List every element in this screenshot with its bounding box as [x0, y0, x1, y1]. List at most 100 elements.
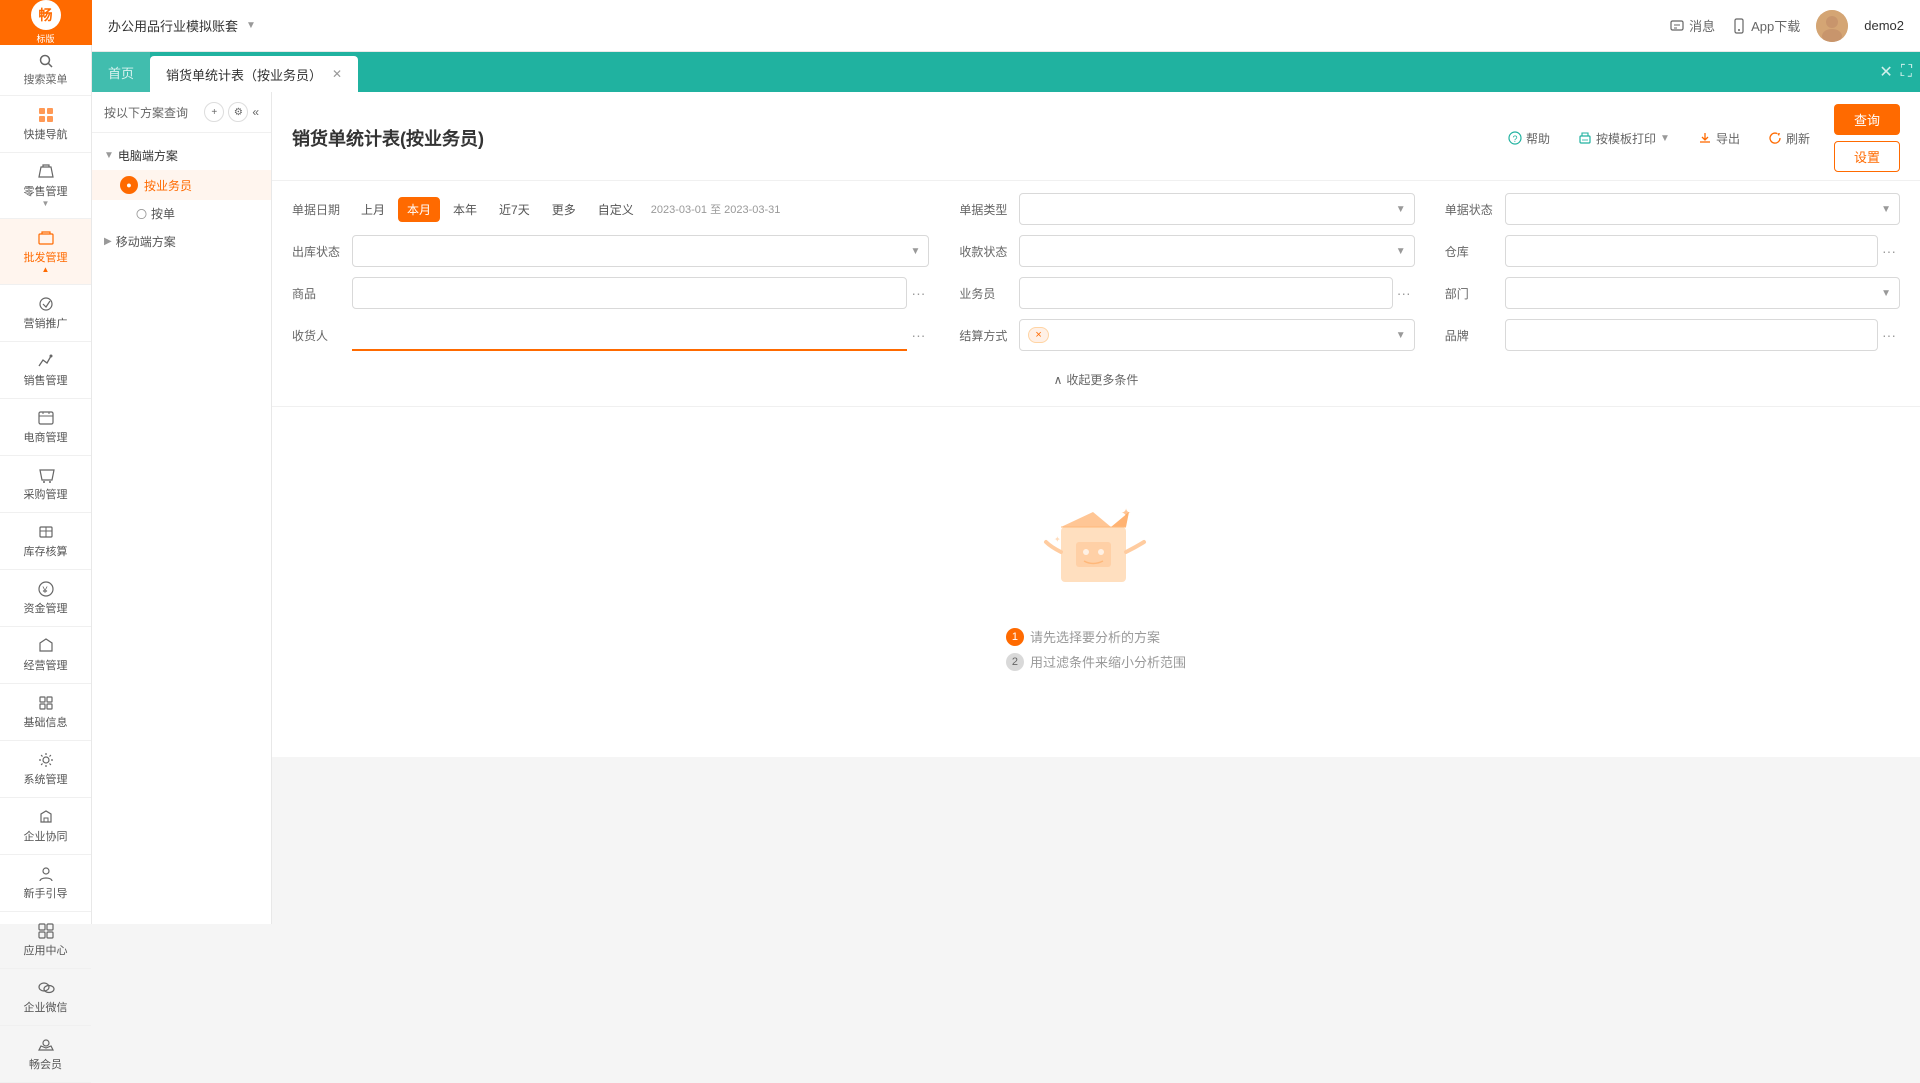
sidebar-item-newbie[interactable]: 新手引导	[0, 855, 91, 912]
query-btn[interactable]: 查询	[1834, 104, 1900, 135]
help-btn-label: 帮助	[1526, 130, 1550, 147]
scheme-item-salesperson-label: 按业务员	[144, 177, 192, 194]
settle-close-tag: ×	[1028, 327, 1048, 343]
department-select[interactable]: ▼	[1505, 277, 1900, 309]
sidebar-item-retail[interactable]: 零售管理 ▼	[0, 153, 91, 219]
scheme-sub-item-order[interactable]: 〇 按单	[92, 200, 271, 227]
payment-status-dropdown-icon: ▼	[1396, 246, 1406, 257]
tab-close-icon[interactable]: ✕	[332, 67, 342, 81]
refresh-btn[interactable]: 刷新	[1760, 126, 1818, 151]
print-dropdown-icon[interactable]: ▼	[1660, 133, 1670, 144]
empty-illustration: ✦ ✦	[1036, 487, 1166, 597]
sidebar-item-marketing[interactable]: 营销推广	[0, 285, 91, 342]
sidebar-item-ecommerce[interactable]: 电商管理	[0, 399, 91, 456]
settle-label: 结算方式	[959, 327, 1019, 344]
wholesale-icon	[37, 229, 55, 247]
username-label[interactable]: demo2	[1864, 18, 1904, 33]
page-header: 销货单统计表(按业务员) ? 帮助 按模板打印 ▼ 导出	[272, 92, 1920, 181]
mobile-section-arrow-icon: ▶	[104, 236, 112, 247]
out-status-select[interactable]: ▼	[352, 235, 929, 267]
sidebar-item-wechat[interactable]: 企业微信	[0, 969, 91, 1026]
consignee-input[interactable]	[352, 319, 907, 351]
breadcrumb-dropdown-icon[interactable]: ▼	[246, 20, 256, 31]
sidebar-item-sales[interactable]: 销售管理	[0, 342, 91, 399]
date-btn-this-month[interactable]: 本月	[398, 197, 440, 222]
salesperson-input[interactable]	[1019, 277, 1392, 309]
doc-type-dropdown-icon: ▼	[1396, 204, 1406, 215]
doc-status-select[interactable]: ▼	[1505, 193, 1900, 225]
enterprise-icon	[37, 808, 55, 826]
sidebar-item-finance[interactable]: ¥ 资金管理	[0, 570, 91, 627]
sidebar-logo[interactable]: 畅 标版	[0, 0, 92, 45]
settle-input-area[interactable]: × ▼	[1019, 319, 1414, 351]
newbie-label: 新手引导	[24, 885, 68, 901]
scheme-group-pc-label: 电脑端方案	[118, 147, 178, 164]
payment-status-select[interactable]: ▼	[1019, 235, 1414, 267]
doc-type-select[interactable]: ▼	[1019, 193, 1414, 225]
header-right: 消息 App下载 demo2	[1669, 10, 1904, 42]
date-range-display: 2023-03-01 至 2023-03-31	[651, 201, 781, 217]
collapse-more-btn[interactable]: ∧ 收起更多条件	[1048, 365, 1145, 394]
app-download-btn[interactable]: App下载	[1731, 16, 1800, 35]
user-avatar[interactable]	[1816, 10, 1848, 42]
brand-dots[interactable]: ···	[1878, 327, 1900, 343]
scheme-sub-item-order-label: 按单	[151, 205, 175, 222]
filter-group-date: 单据日期 上月 本月 本年 近7天 更多 自定义 2023-03-01 至 20…	[292, 197, 929, 222]
sidebar-item-wholesale[interactable]: 批发管理 ▲	[0, 219, 91, 285]
sidebar-search[interactable]: 搜索菜单	[0, 45, 91, 96]
tab-sales-stat-label: 销货单统计表（按业务员）	[166, 65, 322, 84]
breadcrumb: 办公用品行业模拟账套	[108, 16, 238, 35]
sidebar-item-base[interactable]: 基础信息	[0, 684, 91, 741]
collapse-panel-btn[interactable]: «	[252, 105, 259, 119]
date-btn-7days[interactable]: 近7天	[490, 197, 539, 222]
help-btn[interactable]: ? 帮助	[1500, 126, 1558, 151]
filter-group-doc-type: 单据类型 ▼	[959, 193, 1414, 225]
date-btn-this-year[interactable]: 本年	[444, 197, 486, 222]
product-input[interactable]	[352, 277, 907, 309]
date-btn-last-month[interactable]: 上月	[352, 197, 394, 222]
system-label: 系统管理	[24, 771, 68, 787]
scheme-group-mobile-label: 移动端方案	[116, 233, 176, 250]
product-dots[interactable]: ···	[907, 285, 929, 301]
brand-input[interactable]	[1505, 319, 1878, 351]
scheme-item-salesperson[interactable]: ● 按业务员	[92, 170, 271, 200]
settings-scheme-btn[interactable]: ⚙	[228, 102, 248, 122]
settle-tag-close-btn[interactable]: ×	[1035, 329, 1041, 341]
sidebar-item-member[interactable]: 畅会员	[0, 1026, 91, 1083]
warehouse-input[interactable]	[1505, 235, 1878, 267]
export-btn[interactable]: 导出	[1690, 126, 1748, 151]
tab-maximize-btn[interactable]: ⛶	[1901, 63, 1912, 81]
sidebar-item-system[interactable]: 系统管理	[0, 741, 91, 798]
print-btn[interactable]: 按模板打印 ▼	[1570, 126, 1678, 151]
warehouse-dots[interactable]: ···	[1878, 243, 1900, 259]
sidebar-item-operations[interactable]: 经营管理	[0, 627, 91, 684]
sidebar-item-enterprise[interactable]: 企业协同	[0, 798, 91, 855]
tab-close-all-btn[interactable]: ✕	[1879, 62, 1892, 82]
scheme-group-pc-header[interactable]: ▼ 电脑端方案	[92, 141, 271, 170]
add-scheme-btn[interactable]: +	[204, 102, 224, 122]
sidebar-item-inventory[interactable]: 库存核算	[0, 513, 91, 570]
salesperson-dots[interactable]: ···	[1393, 285, 1415, 301]
date-btn-more[interactable]: 更多	[543, 197, 585, 222]
messages-btn[interactable]: 消息	[1669, 16, 1715, 35]
sidebar-item-purchase[interactable]: 采购管理	[0, 456, 91, 513]
tab-home[interactable]: 首页	[92, 52, 150, 92]
appcenter-icon	[37, 922, 55, 940]
ecommerce-icon	[37, 409, 55, 427]
retail-arrow: ▼	[42, 199, 50, 208]
sidebar-item-quick-nav[interactable]: 快捷导航	[0, 96, 91, 153]
svg-text:¥: ¥	[41, 585, 48, 595]
sidebar-item-appcenter[interactable]: 应用中心	[0, 912, 91, 969]
date-filter-label: 单据日期	[292, 201, 352, 218]
member-icon	[37, 1036, 55, 1054]
content-area: 按以下方案查询 + ⚙ « ▼ 电脑端方案	[92, 92, 1920, 924]
date-btn-custom[interactable]: 自定义	[589, 197, 643, 222]
tab-sales-stat[interactable]: 销货单统计表（按业务员） ✕	[150, 56, 358, 92]
settings-btn[interactable]: 设置	[1834, 141, 1900, 172]
retail-icon	[37, 163, 55, 181]
consignee-dots[interactable]: ···	[907, 327, 929, 343]
scheme-group-mobile[interactable]: ▶ 移动端方案	[92, 227, 271, 256]
empty-hint-item-2: 2 用过滤条件来缩小分析范围	[1006, 652, 1186, 671]
wholesale-arrow: ▲	[42, 265, 50, 274]
settle-dropdown-icon[interactable]: ▼	[1396, 330, 1406, 341]
